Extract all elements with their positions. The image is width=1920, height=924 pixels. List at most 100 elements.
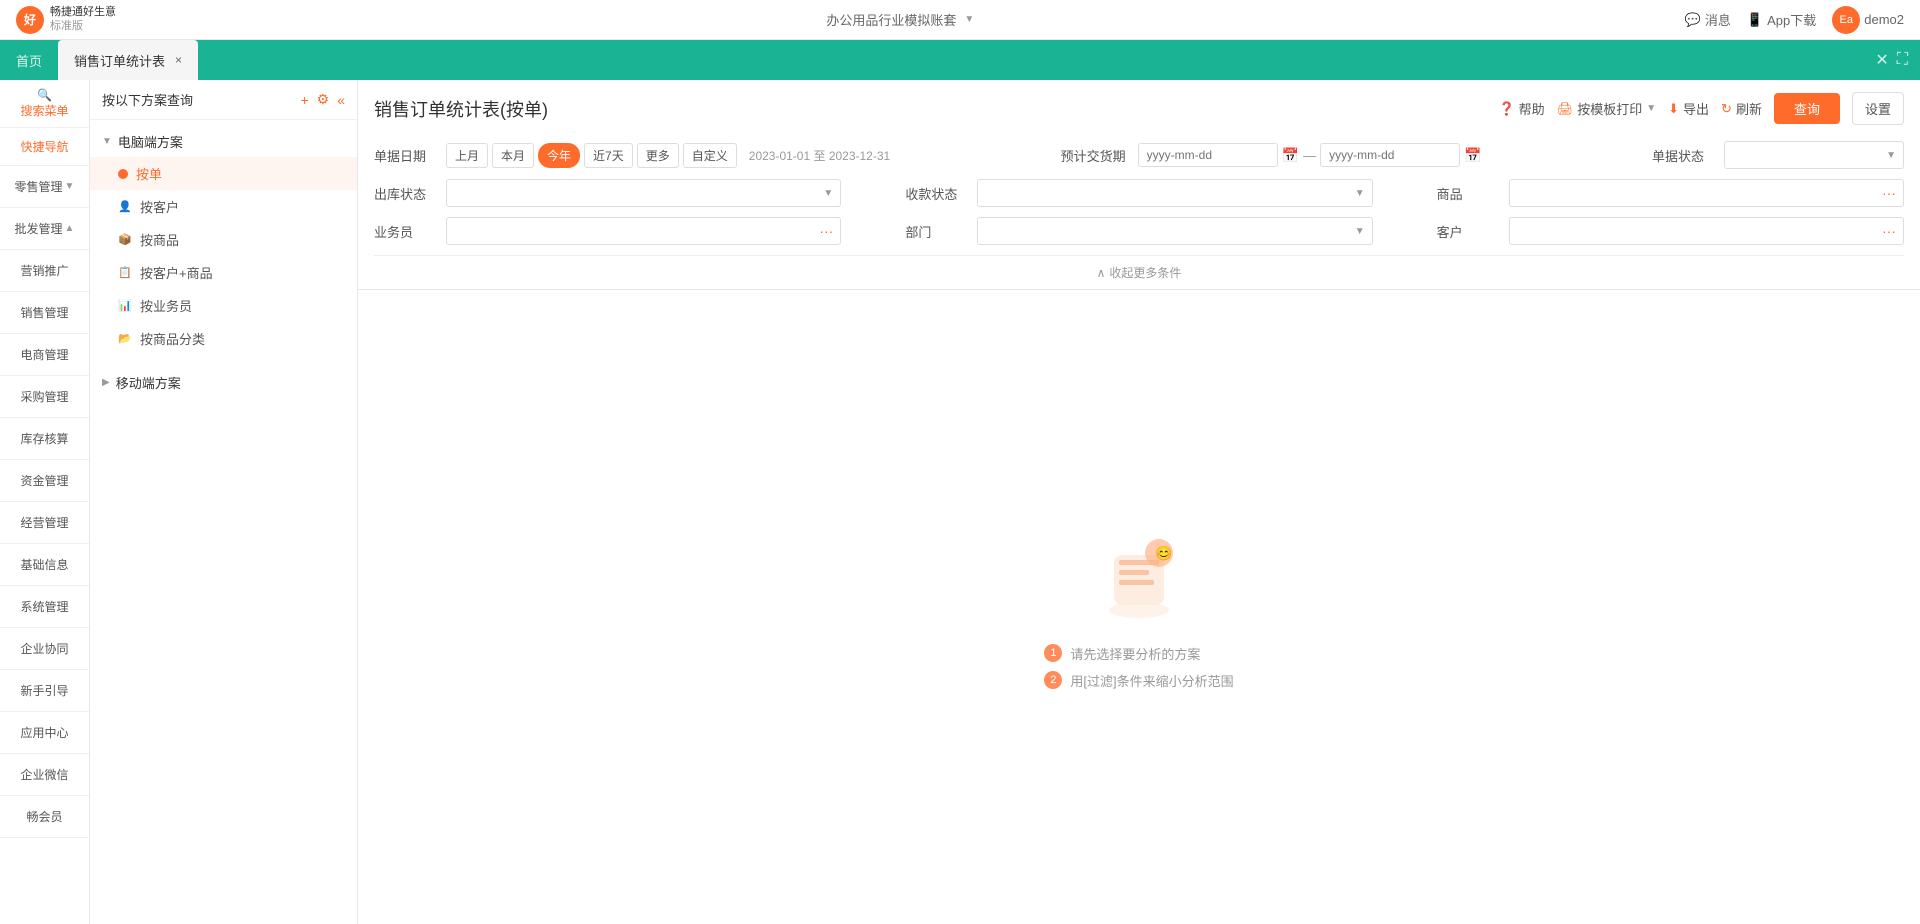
product-label: 商品 <box>1437 184 1497 203</box>
customer-dots-icon[interactable]: ··· <box>1882 223 1896 239</box>
sidebar-apps[interactable]: 应用中心 <box>0 712 89 754</box>
salesman-input-wrapper: ··· <box>446 217 841 245</box>
sidebar-item-operation[interactable]: 经营管理 <box>0 506 89 539</box>
sidebar-finance[interactable]: 资金管理 <box>0 460 89 502</box>
nav-dropdown-area[interactable]: 办公用品行业模拟账套 ▼ <box>826 10 974 29</box>
date-btn-last-month[interactable]: 上月 <box>446 143 488 168</box>
messages-button[interactable]: 💬 消息 <box>1685 10 1731 29</box>
sidebar-item-ecommerce[interactable]: 电商管理 <box>0 338 89 371</box>
date-btn-7days[interactable]: 近7天 <box>584 143 633 168</box>
sidebar-item-apps[interactable]: 应用中心 <box>0 716 89 749</box>
sidebar-item-guide[interactable]: 新手引导 <box>0 674 89 707</box>
date-btn-this-month[interactable]: 本月 <box>492 143 534 168</box>
sidebar-search[interactable]: 🔍 搜索菜单 <box>0 80 89 128</box>
tab-home[interactable]: 首页 <box>0 40 58 80</box>
sidebar-item-basic[interactable]: 基础信息 <box>0 548 89 581</box>
date-btn-this-year[interactable]: 今年 <box>538 143 580 168</box>
expected-date-start[interactable] <box>1138 143 1278 167</box>
collapse-panel-button[interactable]: « <box>337 92 345 108</box>
scheme-item-by-customer-product[interactable]: 📋 按客户+商品 <box>90 256 357 289</box>
sidebar-sales[interactable]: 销售管理 <box>0 292 89 334</box>
settings-button[interactable]: 设置 <box>1852 92 1904 125</box>
sidebar-member[interactable]: 畅会员 <box>0 796 89 838</box>
scheme-group-pc-arrow: ▼ <box>102 136 112 147</box>
sidebar-purchase[interactable]: 采购管理 <box>0 376 89 418</box>
empty-tips: 1 请先选择要分析的方案 2 用[过滤]条件来缩小分析范围 <box>1044 644 1233 690</box>
logo-area: 好 畅捷通好生意 标准版 <box>16 6 116 34</box>
help-button[interactable]: ❓ 帮助 <box>1498 99 1544 118</box>
tip-2-text: 用[过滤]条件来缩小分析范围 <box>1070 671 1233 690</box>
sidebar-item-system[interactable]: 系统管理 <box>0 590 89 623</box>
template-print-button[interactable]: 🖨 按模板打印 ▼ <box>1557 99 1656 118</box>
sidebar-item-inventory[interactable]: 库存核算 <box>0 422 89 455</box>
tab-close-icon[interactable]: × <box>175 53 182 67</box>
collapse-button[interactable]: ∧ 收起更多条件 <box>374 255 1904 289</box>
scheme-item-by-salesman[interactable]: 📊 按业务员 <box>90 289 357 322</box>
scheme-item-by-order[interactable]: 按单 <box>90 157 357 190</box>
scheme-group-pc-label: 电脑端方案 <box>118 132 183 151</box>
top-bar-left: 好 畅捷通好生意 标准版 <box>16 6 116 34</box>
search-button[interactable]: 查询 <box>1774 93 1840 124</box>
sidebar-guide[interactable]: 新手引导 <box>0 670 89 712</box>
expected-date-end[interactable] <box>1320 143 1460 167</box>
scheme-group-pc-header[interactable]: ▼ 电脑端方案 <box>90 126 357 157</box>
refresh-button[interactable]: ↻ 刷新 <box>1721 99 1762 118</box>
dept-select[interactable] <box>977 217 1372 245</box>
ship-status-select[interactable] <box>446 179 841 207</box>
sidebar-marketing[interactable]: 营销推广 <box>0 250 89 292</box>
scheme-item-by-category[interactable]: 📂 按商品分类 <box>90 322 357 355</box>
product-input[interactable] <box>1509 179 1904 207</box>
ship-status-wrapper: ▼ <box>446 179 841 207</box>
sidebar-operation[interactable]: 经营管理 <box>0 502 89 544</box>
username: demo2 <box>1864 12 1904 27</box>
sidebar-quick-nav[interactable]: 快捷导航 <box>0 128 89 166</box>
export-button[interactable]: ⬇ 导出 <box>1668 99 1709 118</box>
quick-nav-label[interactable]: 快捷导航 <box>0 134 89 159</box>
sidebar-wework[interactable]: 企业微信 <box>0 754 89 796</box>
sidebar-item-retail[interactable]: 零售管理 ▼ <box>0 170 89 203</box>
settings-scheme-button[interactable]: ⚙ <box>317 91 330 108</box>
status-select[interactable] <box>1724 141 1904 169</box>
download-icon: 📱 <box>1747 12 1763 28</box>
sidebar-item-finance[interactable]: 资金管理 <box>0 464 89 497</box>
app-download-button[interactable]: 📱 App下载 <box>1747 10 1816 29</box>
date-btn-more[interactable]: 更多 <box>637 143 679 168</box>
pay-status-select[interactable] <box>977 179 1372 207</box>
date-btn-custom[interactable]: 自定义 <box>683 143 737 168</box>
add-scheme-button[interactable]: + <box>300 92 308 108</box>
sidebar-wholesale[interactable]: 批发管理 ▲ <box>0 208 89 250</box>
sidebar-item-collab[interactable]: 企业协同 <box>0 632 89 665</box>
close-window-icon[interactable]: ✕ <box>1875 50 1888 70</box>
sidebar-item-member[interactable]: 畅会员 <box>0 800 89 833</box>
scheme-group-mobile-header[interactable]: ▶ 移动端方案 <box>90 367 357 398</box>
sidebar-item-sales[interactable]: 销售管理 <box>0 296 89 329</box>
sidebar-basic[interactable]: 基础信息 <box>0 544 89 586</box>
sidebar-item-wework[interactable]: 企业微信 <box>0 758 89 791</box>
logo-text: 畅捷通好生意 标准版 <box>50 6 116 32</box>
left-panel: 按以下方案查询 + ⚙ « ▼ 电脑端方案 按单 <box>90 80 358 924</box>
calendar-start-icon[interactable]: 📅 <box>1282 147 1299 164</box>
tab-sales-stats[interactable]: 销售订单统计表 × <box>58 40 198 80</box>
sidebar-collab[interactable]: 企业协同 <box>0 628 89 670</box>
top-bar-right: 💬 消息 📱 App下载 Ea demo2 <box>1685 6 1904 34</box>
sidebar-item-marketing[interactable]: 营销推广 <box>0 254 89 287</box>
tab-bar-actions: ✕ ⛶ <box>1875 50 1920 70</box>
sidebar-item-purchase[interactable]: 采购管理 <box>0 380 89 413</box>
product-dots-icon[interactable]: ··· <box>1882 185 1896 201</box>
user-area[interactable]: Ea demo2 <box>1832 6 1904 34</box>
salesman-dots-icon[interactable]: ··· <box>819 223 833 239</box>
maximize-icon[interactable]: ⛶ <box>1897 51 1908 69</box>
sidebar-item-wholesale[interactable]: 批发管理 ▲ <box>0 212 89 245</box>
status-select-wrapper: ▼ <box>1724 141 1904 169</box>
salesman-input[interactable] <box>446 217 841 245</box>
calendar-end-icon[interactable]: 📅 <box>1464 147 1481 164</box>
scheme-item-by-product[interactable]: 📦 按商品 <box>90 223 357 256</box>
category-icon: 📂 <box>118 332 132 346</box>
scheme-item-by-customer[interactable]: 👤 按客户 <box>90 190 357 223</box>
sidebar-inventory[interactable]: 库存核算 <box>0 418 89 460</box>
sidebar-ecommerce[interactable]: 电商管理 <box>0 334 89 376</box>
sidebar-system[interactable]: 系统管理 <box>0 586 89 628</box>
sidebar-retail[interactable]: 零售管理 ▼ <box>0 166 89 208</box>
main-layout: 🔍 搜索菜单 快捷导航 零售管理 ▼ 批发管理 ▲ 营销推广 销售管理 <box>0 80 1920 924</box>
customer-input[interactable] <box>1509 217 1904 245</box>
